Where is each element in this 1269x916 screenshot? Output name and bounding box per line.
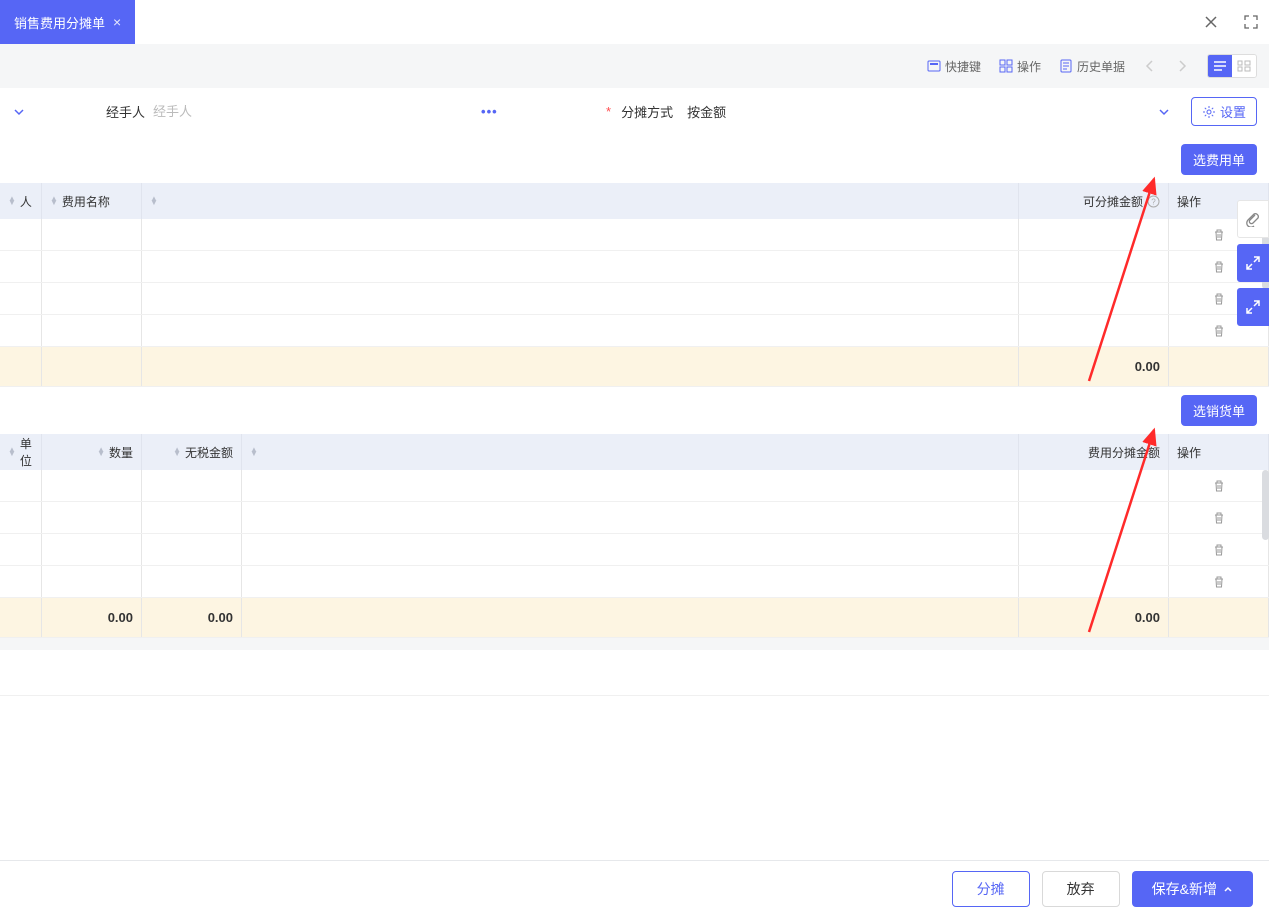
table-row: [0, 534, 1269, 566]
th-fee-name[interactable]: ▲▼费用名称: [42, 183, 142, 219]
trash-icon[interactable]: [1212, 228, 1226, 242]
table-row: [0, 219, 1269, 251]
sum-alloc: 0.00: [1135, 610, 1160, 625]
trash-icon[interactable]: [1212, 324, 1226, 338]
operate-label: 操作: [1017, 58, 1041, 75]
th-blank[interactable]: ▲▼: [142, 183, 1019, 219]
handler-input[interactable]: [153, 104, 473, 120]
method-chevron-icon[interactable]: [1157, 105, 1171, 119]
sum-row: 0.00: [0, 347, 1269, 387]
gear-icon: [1202, 105, 1216, 119]
scrollbar[interactable]: [1262, 470, 1269, 540]
shortcut-label: 快捷键: [945, 58, 981, 75]
method-label: 分摊方式: [621, 102, 673, 121]
table-row: [0, 566, 1269, 598]
table-row: [0, 315, 1269, 347]
th-unit[interactable]: ▲▼单位: [0, 434, 42, 470]
method-value[interactable]: 按金额: [687, 102, 726, 121]
th-alloc[interactable]: 费用分摊金额: [1019, 434, 1169, 470]
close-icon[interactable]: ×: [113, 14, 121, 30]
fullscreen-icon[interactable]: [1239, 10, 1263, 34]
settings-button[interactable]: 设置: [1191, 97, 1257, 126]
trash-icon[interactable]: [1212, 575, 1226, 589]
close-panel-icon[interactable]: [1199, 10, 1223, 34]
trash-icon[interactable]: [1212, 479, 1226, 493]
shortcut-button[interactable]: 快捷键: [927, 58, 981, 75]
table-row: [0, 502, 1269, 534]
view-toggle: [1207, 54, 1257, 78]
table-row: [0, 470, 1269, 502]
sort-icon: ▲▼: [250, 448, 258, 456]
trash-icon[interactable]: [1212, 292, 1226, 306]
handler-label: 经手人: [106, 102, 145, 121]
trash-icon[interactable]: [1212, 511, 1226, 525]
table-row: [0, 251, 1269, 283]
sum-allocatable: 0.00: [1135, 359, 1160, 374]
prev-record-icon[interactable]: [1143, 60, 1157, 72]
sort-icon: ▲▼: [8, 448, 16, 456]
settings-label: 设置: [1220, 102, 1246, 121]
th-ops2: 操作: [1169, 434, 1269, 470]
view-grid-icon[interactable]: [1232, 55, 1256, 77]
tab-sales-fee-allocation[interactable]: 销售费用分摊单 ×: [0, 0, 135, 44]
fee-table: ▲▼人 ▲▼费用名称 ▲▼ 可分摊金额 ? 操作 0.00: [0, 183, 1269, 387]
th-notax[interactable]: ▲▼无税金额: [142, 434, 242, 470]
sort-icon: ▲▼: [173, 448, 181, 456]
discard-button[interactable]: 放弃: [1042, 871, 1120, 907]
th-blank2[interactable]: ▲▼: [242, 434, 1019, 470]
required-mark: *: [606, 104, 611, 119]
save-new-button[interactable]: 保存&新增: [1132, 871, 1253, 907]
save-new-label: 保存&新增: [1152, 879, 1217, 899]
expand-icon[interactable]: [1237, 244, 1269, 282]
sort-icon: ▲▼: [50, 197, 58, 205]
help-icon[interactable]: ?: [1147, 195, 1160, 208]
more-icon[interactable]: •••: [481, 104, 498, 119]
svg-text:?: ?: [1151, 197, 1156, 206]
operate-button[interactable]: 操作: [999, 58, 1041, 75]
select-fee-bill-button[interactable]: 选费用单: [1181, 144, 1257, 175]
trash-icon[interactable]: [1212, 543, 1226, 557]
sales-table: ▲▼单位 ▲▼数量 ▲▼无税金额 ▲▼ 费用分摊金额 操作 0.00 0.00 …: [0, 434, 1269, 638]
view-list-icon[interactable]: [1208, 55, 1232, 77]
select-sales-bill-button[interactable]: 选销货单: [1181, 395, 1257, 426]
history-label: 历史单据: [1077, 58, 1125, 75]
tab-title: 销售费用分摊单: [14, 13, 105, 32]
table-row: [0, 283, 1269, 315]
allocate-button[interactable]: 分摊: [952, 871, 1030, 907]
trash-icon[interactable]: [1212, 260, 1226, 274]
sum-row: 0.00 0.00 0.00: [0, 598, 1269, 638]
sort-icon: ▲▼: [97, 448, 105, 456]
chevron-down-icon[interactable]: [12, 105, 26, 119]
th-supplier[interactable]: ▲▼人: [0, 183, 42, 219]
sort-icon: ▲▼: [8, 197, 16, 205]
sort-icon: ▲▼: [150, 197, 158, 205]
attachment-icon[interactable]: [1237, 200, 1269, 238]
th-allocatable[interactable]: 可分摊金额 ?: [1019, 183, 1169, 219]
expand-alt-icon[interactable]: [1237, 288, 1269, 326]
next-record-icon[interactable]: [1175, 60, 1189, 72]
history-button[interactable]: 历史单据: [1059, 58, 1125, 75]
chevron-up-icon: [1223, 884, 1233, 894]
sum-qty: 0.00: [108, 610, 133, 625]
sum-notax: 0.00: [208, 610, 233, 625]
th-qty[interactable]: ▲▼数量: [42, 434, 142, 470]
